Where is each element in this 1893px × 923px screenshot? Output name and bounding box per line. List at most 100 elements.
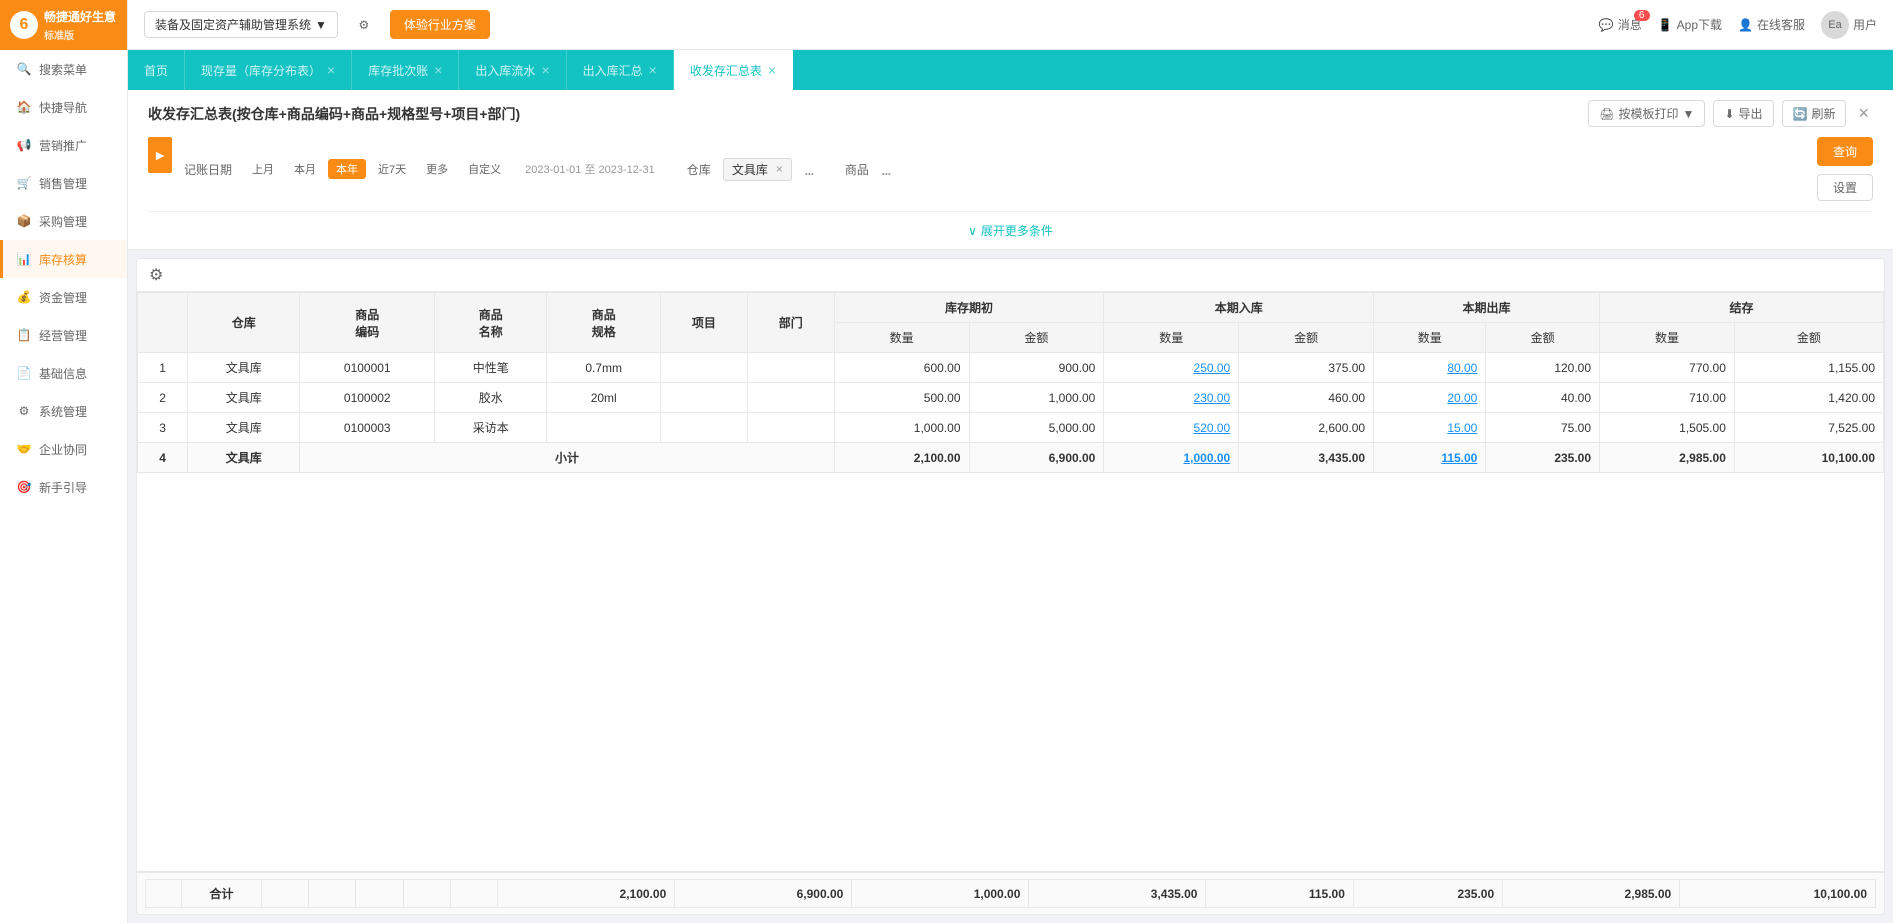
message-button[interactable]: 💬 消息 6	[1599, 16, 1642, 33]
tab-close-icon[interactable]: ×	[327, 63, 335, 77]
logo-icon: 6	[10, 11, 38, 39]
sidebar-item-system[interactable]: ⚙ 系统管理	[0, 392, 127, 430]
tab-recv-send[interactable]: 收发存汇总表 ×	[674, 50, 793, 90]
cell-amt-init: 900.00	[969, 353, 1104, 383]
warehouse-more-button[interactable]: ...	[804, 159, 813, 180]
total-amt-in: 3,435.00	[1029, 880, 1206, 908]
cell-no: 2	[138, 383, 188, 413]
table-settings-icon[interactable]: ⚙	[149, 265, 163, 285]
sidebar-item-label: 库存核算	[39, 251, 87, 268]
date-shortcuts: 上月 本月 本年 近7天 更多 自定义	[244, 159, 509, 179]
cell-amt-init: 1,000.00	[969, 383, 1104, 413]
table-header-row-1: 仓库 商品编码 商品名称 商品规格 项目 部门 库存期初 本期入库 本期出库 结…	[138, 293, 1884, 323]
cell-project	[661, 413, 748, 443]
total-table: 合计 2,100.00 6,900.00 1,000.00 3,435.00 1…	[145, 879, 1876, 908]
tab-flow[interactable]: 出入库流水 ×	[459, 50, 566, 90]
sidebar-item-marketing[interactable]: 📢 营销推广	[0, 126, 127, 164]
app-download-button[interactable]: 📱 App下载	[1658, 16, 1722, 33]
user-menu[interactable]: Ea 用户	[1821, 11, 1877, 39]
tab-batch[interactable]: 库存批次账 ×	[352, 50, 459, 90]
tab-close-icon[interactable]: ×	[649, 63, 657, 77]
this-year-btn[interactable]: 本年	[328, 159, 366, 179]
cart-icon: 🛒	[15, 174, 33, 192]
online-service-button[interactable]: 👤 在线客服	[1738, 16, 1805, 33]
expand-conditions-button[interactable]: ∨ 展开更多条件	[968, 222, 1053, 239]
remove-warehouse-button[interactable]: ×	[776, 162, 783, 176]
sidebar-logo: 6 畅捷通好生意 标准版	[0, 0, 127, 50]
system-selector[interactable]: 装备及固定资产辅助管理系统 ▼	[144, 11, 338, 38]
sidebar-item-purchase[interactable]: 📦 采购管理	[0, 202, 127, 240]
th-name: 商品名称	[435, 293, 547, 353]
cell-qty-out[interactable]: 115.00	[1374, 443, 1486, 473]
date-label: 记账日期	[184, 161, 232, 178]
sidebar-menu: 🔍 搜索菜单 🏠 快捷导航 📢 营销推广 🛒 销售管理 📦 采购管理 📊 库存核…	[0, 50, 127, 923]
tab-inventory-dist[interactable]: 现存量（库存分布表） ×	[185, 50, 352, 90]
this-month-btn[interactable]: 本月	[286, 159, 324, 179]
sidebar-item-inventory[interactable]: 📊 库存核算	[0, 240, 127, 278]
last-7-days-btn[interactable]: 近7天	[370, 159, 414, 179]
sidebar-item-guide[interactable]: 🎯 新手引导	[0, 468, 127, 506]
cell-qty-in[interactable]: 230.00	[1104, 383, 1239, 413]
home-icon: 🏠	[15, 98, 33, 116]
last-month-btn[interactable]: 上月	[244, 159, 282, 179]
th-qty-init: 数量	[834, 323, 969, 353]
th-qty-in: 数量	[1104, 323, 1239, 353]
settings-query-button[interactable]: 设置	[1817, 174, 1873, 201]
th-qty-bal: 数量	[1600, 323, 1735, 353]
cell-qty-out[interactable]: 80.00	[1374, 353, 1486, 383]
sidebar-item-operations[interactable]: 📋 经营管理	[0, 316, 127, 354]
cell-qty-in[interactable]: 1,000.00	[1104, 443, 1239, 473]
cell-dept	[747, 383, 834, 413]
custom-btn[interactable]: 自定义	[460, 159, 509, 179]
th-code: 商品编码	[300, 293, 435, 353]
cell-qty-in[interactable]: 250.00	[1104, 353, 1239, 383]
th-project: 项目	[661, 293, 748, 353]
sidebar-item-finance[interactable]: 💰 资金管理	[0, 278, 127, 316]
cell-qty-out[interactable]: 15.00	[1374, 413, 1486, 443]
sidebar-item-label: 资金管理	[39, 289, 87, 306]
table-subtotal-row: 4 文具库 小计 2,100.00 6,900.00 1,000.00 3,43…	[138, 443, 1884, 473]
tab-close-icon[interactable]: ×	[434, 63, 442, 77]
megaphone-icon: 📢	[15, 136, 33, 154]
more-btn[interactable]: 更多	[418, 159, 456, 179]
tab-close-icon[interactable]: ×	[541, 63, 549, 77]
cell-no: 1	[138, 353, 188, 383]
sidebar-item-collab[interactable]: 🤝 企业协同	[0, 430, 127, 468]
cell-qty-in[interactable]: 520.00	[1104, 413, 1239, 443]
settings-button[interactable]: ⚙	[350, 11, 378, 39]
sidebar-item-search[interactable]: 🔍 搜索菜单	[0, 50, 127, 88]
total-empty-2	[262, 880, 309, 908]
sidebar-item-sales[interactable]: 🛒 销售管理	[0, 164, 127, 202]
date-range-display: 2023-01-01 至 2023-12-31	[525, 161, 655, 177]
expand-label: 展开更多条件	[981, 222, 1053, 239]
cell-qty-out[interactable]: 20.00	[1374, 383, 1486, 413]
export-button[interactable]: ⬇ 导出	[1713, 100, 1773, 127]
sidebar: 6 畅捷通好生意 标准版 🔍 搜索菜单 🏠 快捷导航 📢 营销推广 🛒 销售管理…	[0, 0, 128, 923]
system-name: 装备及固定资产辅助管理系统	[155, 16, 311, 33]
refresh-button[interactable]: 🔄 刷新	[1782, 100, 1847, 127]
logo-tag: 标准版	[44, 27, 116, 42]
cell-warehouse: 文具库	[188, 413, 300, 443]
total-qty-out: 115.00	[1206, 880, 1353, 908]
export-icon: ⬇	[1724, 107, 1734, 121]
message-badge: 6	[1634, 10, 1650, 21]
tab-close-icon[interactable]: ×	[768, 63, 776, 77]
query-button[interactable]: 查询	[1817, 137, 1873, 166]
close-page-button[interactable]: ×	[1854, 103, 1873, 124]
sidebar-item-quick-nav[interactable]: 🏠 快捷导航	[0, 88, 127, 126]
print-button[interactable]: 🖨 按模板打印 ▼	[1588, 100, 1705, 127]
total-qty-in: 1,000.00	[852, 880, 1029, 908]
collapse-filter-button[interactable]: ►	[148, 137, 172, 173]
table-row: 1 文具库 0100001 中性笔 0.7mm 600.00 900.00 25…	[138, 353, 1884, 383]
cell-dept	[747, 353, 834, 383]
sidebar-item-basic-info[interactable]: 📄 基础信息	[0, 354, 127, 392]
cell-qty-bal: 1,505.00	[1600, 413, 1735, 443]
tab-home[interactable]: 首页	[128, 50, 185, 90]
th-opening: 库存期初	[834, 293, 1104, 323]
chart-icon: 📊	[15, 250, 33, 268]
tab-summary[interactable]: 出入库汇总 ×	[567, 50, 674, 90]
goods-more-button[interactable]: ...	[881, 159, 890, 180]
trial-button[interactable]: 体验行业方案	[390, 10, 490, 39]
money-icon: 💰	[15, 288, 33, 306]
top-header: 装备及固定资产辅助管理系统 ▼ ⚙ 体验行业方案 💬 消息 6 📱 App下载 …	[128, 0, 1893, 50]
